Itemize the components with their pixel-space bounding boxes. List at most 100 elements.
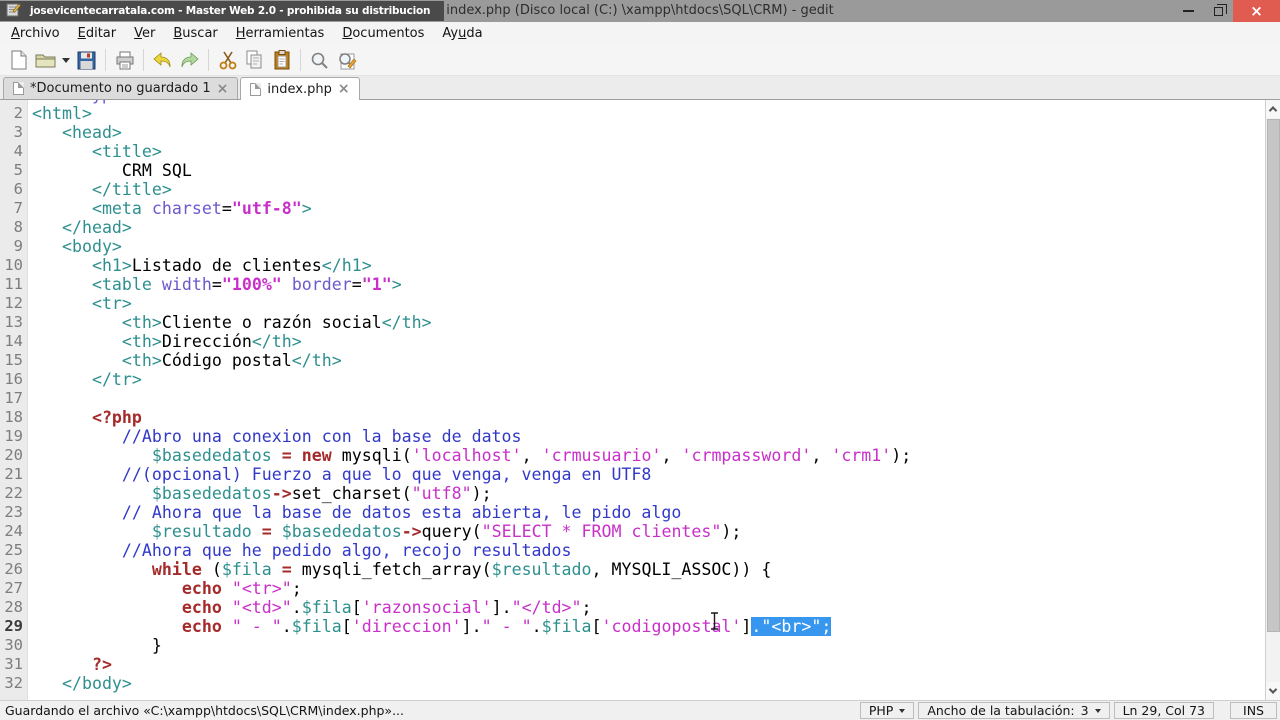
code-text: CRM SQL bbox=[32, 161, 192, 180]
code-text: $basededatos->set_charset("utf8"); bbox=[151, 484, 492, 503]
vertical-scrollbar[interactable] bbox=[1265, 100, 1280, 700]
code-text: <?php bbox=[91, 408, 142, 427]
tab-documento-no-guardado[interactable]: *Documento no guardado 1 × bbox=[3, 77, 239, 99]
code-text: <meta charset="utf-8"> bbox=[91, 199, 312, 218]
code-area[interactable]: 1<!doctype html>2<html>3 <head>4 <title>… bbox=[0, 100, 1265, 700]
title-bar: josevicentecarratala.com - Master Web 2.… bbox=[0, 0, 1280, 22]
code-line-30[interactable]: 30 } bbox=[0, 636, 1265, 655]
scrollbar-track[interactable] bbox=[1266, 118, 1280, 682]
code-text: <html> bbox=[32, 104, 92, 123]
code-line-17[interactable]: 17 bbox=[0, 389, 1265, 408]
code-line-8[interactable]: 8 </head> bbox=[0, 218, 1265, 237]
code-line-3[interactable]: 3 <head> bbox=[0, 123, 1265, 142]
tab-close-icon[interactable]: × bbox=[338, 82, 350, 96]
line-number: 18 bbox=[4, 408, 23, 426]
line-number: 17 bbox=[4, 389, 23, 407]
print-button[interactable] bbox=[111, 47, 138, 73]
scroll-down-button[interactable] bbox=[1265, 682, 1280, 700]
restore-button[interactable] bbox=[1203, 0, 1233, 22]
find-button[interactable] bbox=[306, 47, 333, 73]
tab-index-php[interactable]: index.php × bbox=[240, 77, 360, 100]
line-number: 31 bbox=[4, 655, 23, 673]
code-text: <tr> bbox=[91, 294, 132, 313]
menu-item-herramientas[interactable]: Herramientas bbox=[227, 24, 334, 43]
undo-arrow-icon bbox=[153, 52, 171, 68]
open-dropdown-button[interactable] bbox=[59, 47, 73, 73]
undo-button[interactable] bbox=[149, 47, 176, 73]
code-line-10[interactable]: 10 <h1>Listado de clientes</h1> bbox=[0, 256, 1265, 275]
close-button[interactable]: × bbox=[1233, 0, 1280, 22]
menu-item-buscar[interactable]: Buscar bbox=[164, 24, 226, 43]
code-line-25[interactable]: 25 //Ahora que he pedido algo, recojo re… bbox=[0, 541, 1265, 560]
copy-button[interactable] bbox=[241, 47, 268, 73]
redo-button[interactable] bbox=[176, 47, 203, 73]
code-line-11[interactable]: 11 <table width="100%" border="1"> bbox=[0, 275, 1265, 294]
tab-label: index.php bbox=[267, 81, 332, 97]
code-line-9[interactable]: 9 <body> bbox=[0, 237, 1265, 256]
code-line-24[interactable]: 24 $resultado = $basededatos->query("SEL… bbox=[0, 522, 1265, 541]
code-line-20[interactable]: 20 $basededatos = new mysqli('localhost'… bbox=[0, 446, 1265, 465]
code-line-19[interactable]: 19 //Abro una conexion con la base de da… bbox=[0, 427, 1265, 446]
tab-bar: *Documento no guardado 1 × index.php × bbox=[0, 76, 1280, 100]
chevron-down-icon bbox=[62, 57, 70, 63]
tab-width-selector[interactable]: Ancho de la tabulación: 3 bbox=[918, 702, 1110, 719]
code-line-5[interactable]: 5 CRM SQL bbox=[0, 161, 1265, 180]
menu-item-archivo[interactable]: Archivo bbox=[2, 24, 69, 43]
document-icon bbox=[13, 82, 24, 95]
minimize-button[interactable] bbox=[1173, 0, 1203, 22]
menu-item-editar[interactable]: Editar bbox=[69, 24, 126, 43]
code-line-26[interactable]: 26 while ($fila = mysqli_fetch_array($re… bbox=[0, 560, 1265, 579]
code-line-15[interactable]: 15 <th>Código postal</th> bbox=[0, 351, 1265, 370]
new-document-icon bbox=[11, 50, 26, 70]
language-label: PHP bbox=[868, 703, 894, 718]
save-button[interactable] bbox=[73, 47, 100, 73]
toolbar-separator bbox=[208, 49, 209, 71]
line-number: 28 bbox=[4, 598, 23, 616]
line-number: 14 bbox=[4, 332, 23, 350]
code-line-32[interactable]: 32 </body> bbox=[0, 674, 1265, 693]
code-line-6[interactable]: 6 </title> bbox=[0, 180, 1265, 199]
cut-button[interactable] bbox=[214, 47, 241, 73]
line-number: 20 bbox=[4, 446, 23, 464]
cut-scissors-icon bbox=[219, 51, 236, 69]
line-number: 29 bbox=[4, 617, 23, 635]
code-text: </title> bbox=[91, 180, 172, 199]
code-line-31[interactable]: 31 ?> bbox=[0, 655, 1265, 674]
code-text: <th>Cliente o razón social</th> bbox=[121, 313, 432, 332]
line-number: 30 bbox=[4, 636, 23, 654]
menu-item-ayuda[interactable]: Ayuda bbox=[433, 24, 491, 43]
chevron-up-icon bbox=[1268, 106, 1278, 115]
code-line-22[interactable]: 22 $basededatos->set_charset("utf8"); bbox=[0, 484, 1265, 503]
code-line-28[interactable]: 28 echo "<td>".$fila['razonsocial']."</t… bbox=[0, 598, 1265, 617]
code-line-16[interactable]: 16 </tr> bbox=[0, 370, 1265, 389]
scrollbar-thumb[interactable] bbox=[1266, 119, 1280, 632]
language-selector[interactable]: PHP bbox=[859, 702, 915, 719]
code-line-21[interactable]: 21 //(opcional) Fuerzo a que lo que veng… bbox=[0, 465, 1265, 484]
code-line-23[interactable]: 23 // Ahora que la base de datos esta ab… bbox=[0, 503, 1265, 522]
code-line-29[interactable]: 29 echo " - ".$fila['direccion']." - ".$… bbox=[0, 617, 1265, 636]
open-folder-icon bbox=[35, 54, 56, 68]
code-line-18[interactable]: 18 <?php bbox=[0, 408, 1265, 427]
menu-item-ver[interactable]: Ver bbox=[125, 24, 164, 43]
line-number: 2 bbox=[13, 104, 23, 122]
menu-item-documentos[interactable]: Documentos bbox=[333, 24, 433, 43]
code-line-27[interactable]: 27 echo "<tr>"; bbox=[0, 579, 1265, 598]
scroll-up-button[interactable] bbox=[1265, 100, 1280, 118]
code-line-4[interactable]: 4 <title> bbox=[0, 142, 1265, 161]
code-line-13[interactable]: 13 <th>Cliente o razón social</th> bbox=[0, 313, 1265, 332]
new-document-button[interactable] bbox=[5, 47, 32, 73]
paste-button[interactable] bbox=[268, 47, 295, 73]
line-number: 5 bbox=[13, 161, 23, 179]
code-text: </head> bbox=[61, 218, 132, 237]
code-line-14[interactable]: 14 <th>Dirección</th> bbox=[0, 332, 1265, 351]
editor: 1<!doctype html>2<html>3 <head>4 <title>… bbox=[0, 100, 1280, 700]
tab-close-icon[interactable]: × bbox=[217, 82, 229, 96]
paste-clipboard-icon bbox=[274, 50, 289, 70]
code-line-7[interactable]: 7 <meta charset="utf-8"> bbox=[0, 199, 1265, 218]
document-icon bbox=[250, 82, 262, 96]
open-button[interactable] bbox=[32, 47, 59, 73]
minimize-icon bbox=[1182, 10, 1194, 12]
find-replace-button[interactable] bbox=[333, 47, 360, 73]
code-line-2[interactable]: 2 <html> bbox=[0, 104, 1265, 123]
code-line-12[interactable]: 12 <tr> bbox=[0, 294, 1265, 313]
